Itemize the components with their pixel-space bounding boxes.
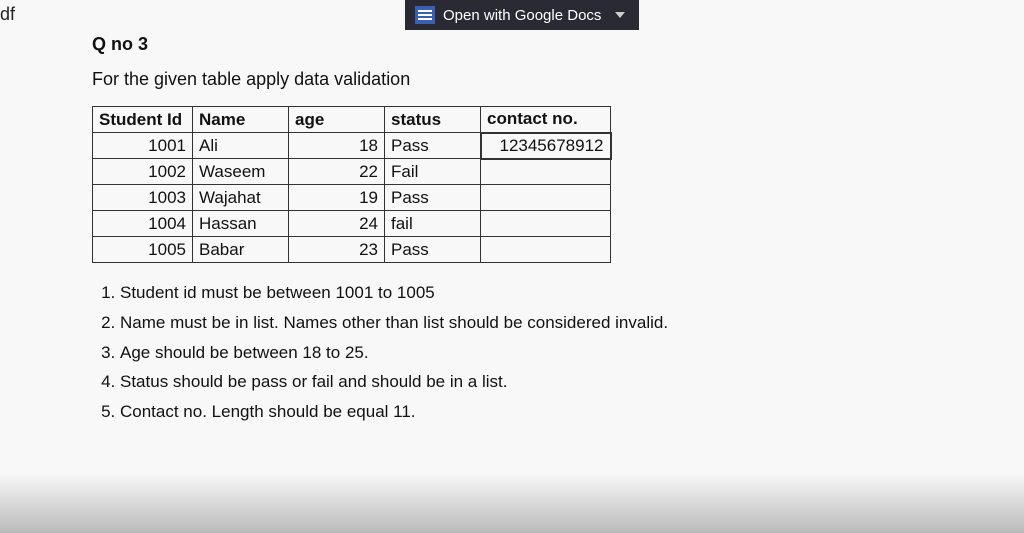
list-item: Contact no. Length should be equal 11.	[120, 400, 984, 424]
students-table: Student Id Name age status contact no. 1…	[92, 106, 612, 263]
cell-status: Fail	[385, 159, 481, 185]
cell-student-id: 1003	[93, 185, 193, 211]
cell-contact	[481, 237, 611, 263]
rules-list: Student id must be between 1001 to 1005 …	[120, 281, 984, 424]
cell-status: Pass	[385, 133, 481, 159]
cell-status: fail	[385, 211, 481, 237]
google-docs-icon	[415, 6, 435, 24]
cell-student-id: 1005	[93, 237, 193, 263]
table-header: contact no.	[481, 107, 611, 133]
cell-age: 22	[289, 159, 385, 185]
cell-name: Hassan	[193, 211, 289, 237]
cell-name: Ali	[193, 133, 289, 159]
chevron-down-icon	[615, 12, 625, 18]
cell-contact	[481, 185, 611, 211]
instruction-text: For the given table apply data validatio…	[92, 69, 984, 90]
table-row: 1003 Wajahat 19 Pass	[93, 185, 611, 211]
list-item: Student id must be between 1001 to 1005	[120, 281, 984, 305]
list-item: Name must be in list. Names other than l…	[120, 311, 984, 335]
table-row: 1005 Babar 23 Pass	[93, 237, 611, 263]
open-with-google-docs-button[interactable]: Open with Google Docs	[405, 0, 639, 30]
page-corner-text: df	[0, 4, 15, 25]
cell-contact: 12345678912	[481, 133, 611, 159]
cell-student-id: 1004	[93, 211, 193, 237]
document-content: Q no 3 For the given table apply data va…	[92, 34, 984, 430]
cell-name: Babar	[193, 237, 289, 263]
table-header: status	[385, 107, 481, 133]
cell-contact	[481, 211, 611, 237]
open-with-label: Open with Google Docs	[443, 7, 601, 24]
cell-age: 19	[289, 185, 385, 211]
cell-age: 18	[289, 133, 385, 159]
question-heading: Q no 3	[92, 34, 984, 55]
cell-name: Waseem	[193, 159, 289, 185]
cell-age: 24	[289, 211, 385, 237]
table-header: Name	[193, 107, 289, 133]
bottom-shadow	[0, 473, 1024, 533]
cell-status: Pass	[385, 237, 481, 263]
cell-age: 23	[289, 237, 385, 263]
list-item: Age should be between 18 to 25.	[120, 341, 984, 365]
list-item: Status should be pass or fail and should…	[120, 370, 984, 394]
cell-status: Pass	[385, 185, 481, 211]
table-row: 1001 Ali 18 Pass 12345678912	[93, 133, 611, 159]
cell-student-id: 1002	[93, 159, 193, 185]
table-header: Student Id	[93, 107, 193, 133]
table-row: 1004 Hassan 24 fail	[93, 211, 611, 237]
table-row: 1002 Waseem 22 Fail	[93, 159, 611, 185]
cell-name: Wajahat	[193, 185, 289, 211]
table-header: age	[289, 107, 385, 133]
cell-contact	[481, 159, 611, 185]
cell-student-id: 1001	[93, 133, 193, 159]
